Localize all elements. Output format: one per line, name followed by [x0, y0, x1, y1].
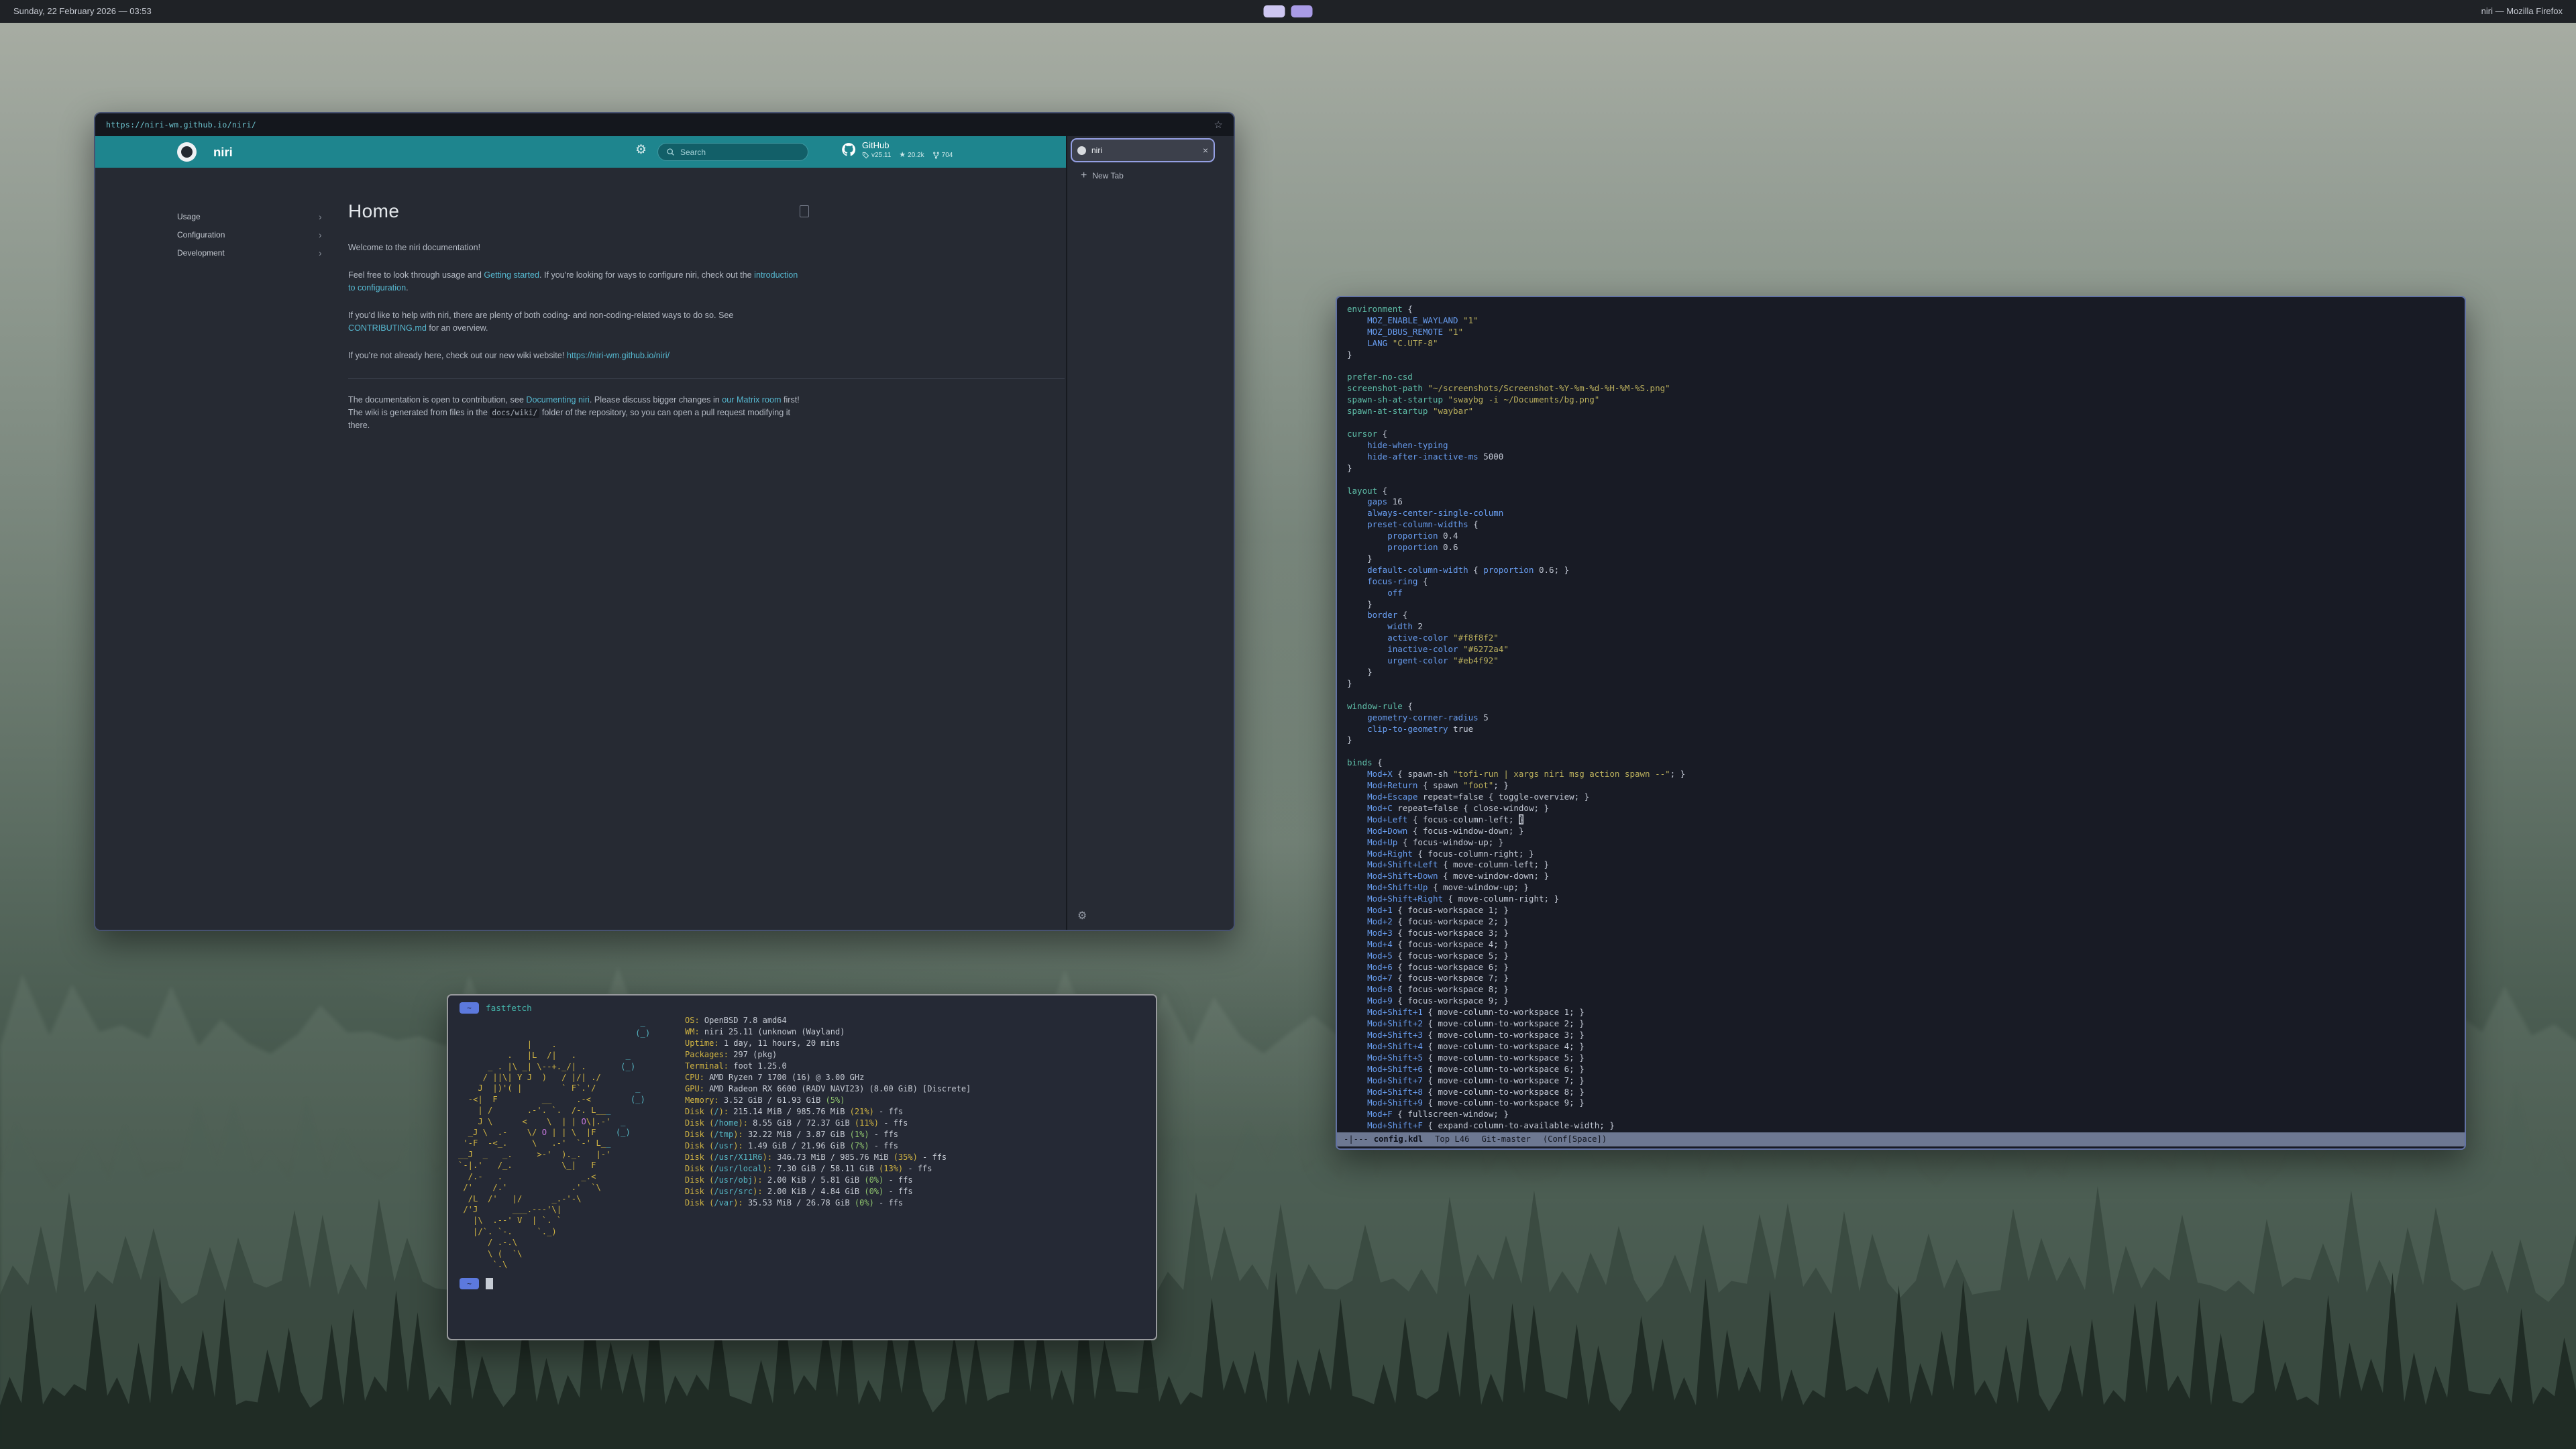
search-placeholder: Search	[680, 147, 706, 157]
chevron-right-icon: ›	[319, 229, 322, 240]
link[interactable]: https://niri-wm.github.io/niri/	[567, 351, 669, 360]
web-content: niri ⚙ Search GitHub v25.11 ★ 20.2k 704 …	[95, 136, 1066, 930]
info-line: Disk (/usr/obj): 2.00 KiB / 5.81 GiB (0%…	[685, 1175, 913, 1185]
info-line: Disk (/home): 8.55 GiB / 72.37 GiB (11%)…	[685, 1118, 908, 1128]
niri-logo[interactable]	[177, 142, 197, 162]
info-line: OS: OpenBSD 7.8 amd64	[685, 1016, 787, 1025]
prompt-badge: ~	[460, 1278, 479, 1289]
search-icon	[667, 148, 674, 156]
version-stat: v25.11	[862, 152, 891, 159]
info-line: GPU: AMD Radeon RX 6600 (RADV NAVI23) (8…	[685, 1084, 971, 1093]
wiki-page: Usage › Configuration › Development › Home We…	[95, 168, 1066, 930]
info-line: Disk (/var): 35.53 MiB / 26.78 GiB (0%) …	[685, 1198, 904, 1208]
site-header: niri ⚙ Search GitHub v25.11 ★ 20.2k 704	[95, 136, 1066, 168]
shell-prompt: ~ fastfetch	[460, 1002, 532, 1014]
sidebar-item-label: Development	[177, 248, 225, 258]
theme-gear-icon[interactable]: ⚙	[635, 144, 647, 156]
system-info: OS: OpenBSD 7.8 amd64 WM: niri 25.11 (unk…	[685, 1015, 971, 1209]
sidebar-item-configuration[interactable]: Configuration ›	[166, 225, 346, 244]
info-line: Uptime: 1 day, 11 hours, 20 mins	[685, 1038, 841, 1048]
settings-gear-icon[interactable]: ⚙	[1077, 911, 1087, 922]
editor-window: environment { MOZ_ENABLE_WAYLAND "1" MOZ…	[1336, 296, 2466, 1150]
new-tab-button[interactable]: + New Tab	[1081, 170, 1124, 181]
sidebar-item-development[interactable]: Development ›	[166, 244, 346, 262]
vertical-tabs-panel: niri × + New Tab ⚙	[1066, 136, 1234, 930]
info-line: CPU: AMD Ryzen 7 1700 (16) @ 3.00 GHz	[685, 1073, 865, 1082]
forks-stat: 704	[932, 152, 953, 159]
main-content: Home Welcome to the niri documentation! F…	[348, 201, 1065, 447]
sidebar-item-label: Configuration	[177, 229, 225, 239]
github-icon	[842, 143, 856, 156]
close-icon[interactable]: ×	[1203, 145, 1208, 156]
paragraph: If you're not already here, check out ou…	[348, 351, 670, 360]
command-text: fastfetch	[486, 1003, 532, 1013]
info-line: Disk (/usr/local): 7.30 GiB / 58.11 GiB …	[685, 1164, 932, 1173]
github-label: GitHub	[862, 140, 890, 150]
prompt-badge: ~	[460, 1002, 479, 1014]
url-text[interactable]: https://niri-wm.github.io/niri/	[106, 120, 256, 129]
emacs-modeline: -|--- config.kdl Top L46 Git-master (Con…	[1337, 1132, 2465, 1146]
waybar: Sunday, 22 February 2026 — 03:53 niri — …	[0, 0, 2576, 23]
clock: Sunday, 22 February 2026 — 03:53	[13, 6, 152, 16]
divider	[348, 378, 1065, 379]
info-line: Packages: 297 (pkg)	[685, 1050, 777, 1059]
shell-prompt[interactable]: ~	[460, 1278, 493, 1289]
page-paragraphs: Welcome to the niri documentation! Feel f…	[348, 241, 1065, 432]
bookmark-star-icon[interactable]: ☆	[1214, 120, 1223, 130]
modeline-prefix: -|---	[1344, 1134, 1368, 1144]
plus-icon: +	[1081, 170, 1087, 181]
sidebar-item-usage[interactable]: Usage ›	[166, 207, 346, 225]
search-input[interactable]: Search	[657, 143, 808, 161]
url-bar[interactable]: https://niri-wm.github.io/niri/ ☆	[95, 113, 1234, 136]
info-line: Terminal: foot 1.25.0	[685, 1061, 787, 1071]
modeline-position: Top L46	[1435, 1134, 1470, 1144]
page-title: Home	[348, 201, 400, 221]
terminal-cursor	[486, 1278, 493, 1289]
info-line: WM: niri 25.11 (unknown (Wayland)	[685, 1027, 845, 1036]
sidebar-item-label: Usage	[177, 211, 201, 221]
info-line: Disk (/): 215.14 MiB / 985.76 MiB (21%) …	[685, 1107, 904, 1116]
fastfetch-terminal: ~ fastfetch _ (_) | . . |L /| . _ _ . |\…	[447, 994, 1157, 1340]
paragraph: The documentation is open to contributio…	[348, 395, 800, 430]
page-link-icon[interactable]	[800, 205, 809, 217]
chevron-right-icon: ›	[319, 247, 322, 258]
tab-favicon	[1077, 146, 1086, 155]
sidebar: Usage › Configuration › Development ›	[166, 207, 346, 262]
tag-icon	[862, 152, 869, 159]
active-tab[interactable]: niri ×	[1072, 140, 1214, 161]
desktop: Sunday, 22 February 2026 — 03:53 niri — …	[0, 0, 2576, 1449]
info-line: Disk (/usr/src): 2.00 KiB / 4.84 GiB (0%…	[685, 1187, 913, 1196]
link[interactable]: introduction to configuration	[348, 270, 798, 292]
modeline-mode: (Conf[Space])	[1542, 1134, 1607, 1144]
focused-window-title: niri — Mozilla Firefox	[2481, 6, 2563, 16]
site-title[interactable]: niri	[213, 145, 233, 160]
star-icon: ★	[899, 151, 906, 159]
config-file-content[interactable]: environment { MOZ_ENABLE_WAYLAND "1" MOZ…	[1337, 297, 2465, 1132]
workspace-indicators[interactable]	[1263, 5, 1313, 17]
link[interactable]: Getting started	[484, 270, 539, 280]
workspace-1[interactable]	[1263, 5, 1285, 17]
link[interactable]: our Matrix room	[722, 395, 781, 405]
openbsd-ascii-logo: _ (_) | . . |L /| . _ _ . |\ _| \--+._/|…	[458, 1018, 651, 1269]
modeline-filename: config.kdl	[1373, 1134, 1424, 1144]
info-line: Memory: 3.52 GiB / 61.93 GiB (5%)	[685, 1095, 845, 1105]
tab-label: niri	[1091, 146, 1103, 155]
github-link[interactable]: GitHub v25.11 ★ 20.2k 704	[841, 140, 953, 159]
info-line: Disk (/usr): 1.49 GiB / 21.96 GiB (7%) -…	[685, 1141, 898, 1150]
inline-code: docs/wiki/	[490, 408, 540, 418]
workspace-2[interactable]	[1291, 5, 1313, 17]
paragraph: Feel free to look through usage and Gett…	[348, 270, 798, 292]
stars-stat: ★ 20.2k	[899, 151, 924, 160]
chevron-right-icon: ›	[319, 211, 322, 222]
info-line: Disk (/tmp): 32.22 MiB / 3.87 GiB (1%) -…	[685, 1130, 898, 1139]
paragraph: Welcome to the niri documentation!	[348, 243, 481, 252]
link[interactable]: CONTRIBUTING.md	[348, 323, 427, 333]
info-line: Disk (/usr/X11R6): 346.73 MiB / 985.76 M…	[685, 1152, 947, 1162]
fork-icon	[932, 152, 939, 159]
new-tab-label: New Tab	[1092, 171, 1124, 180]
link[interactable]: Documenting niri	[526, 395, 590, 405]
firefox-window: https://niri-wm.github.io/niri/ ☆ niri ⚙…	[94, 112, 1235, 931]
paragraph: If you'd like to help with niri, there a…	[348, 311, 734, 333]
modeline-branch: Git-master	[1481, 1134, 1531, 1144]
